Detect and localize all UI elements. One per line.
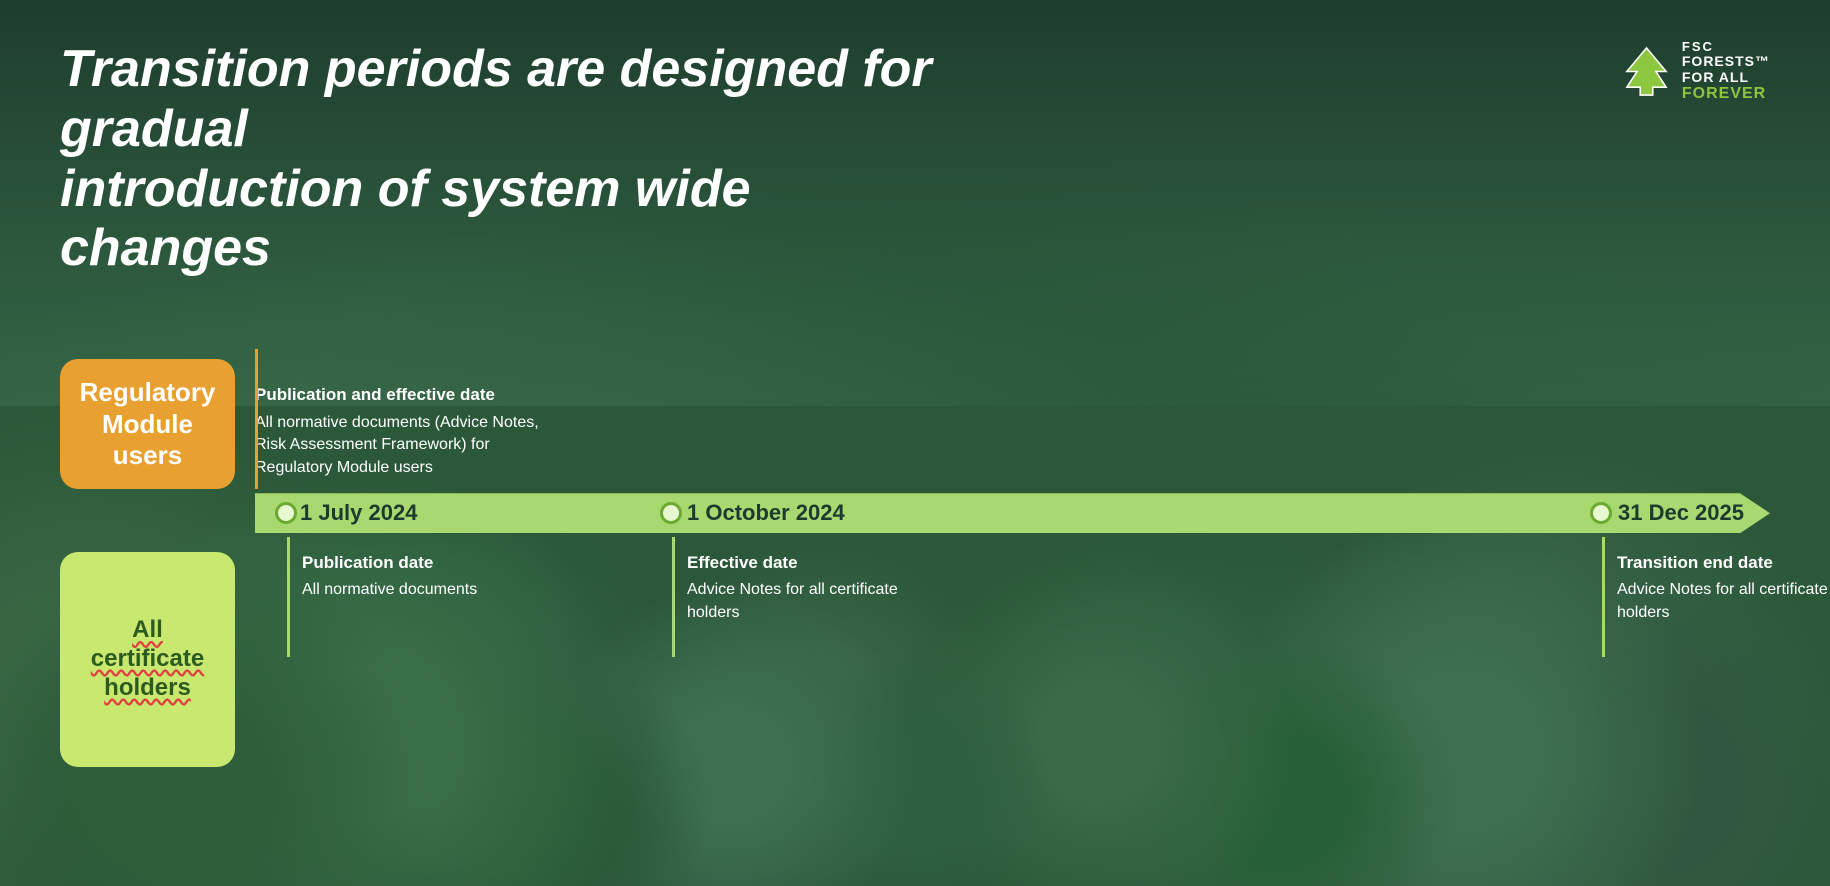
main-title: Transition periods are designed for grad… — [60, 40, 960, 279]
fsc-text-block: FSC FORESTS™ FOR ALL FOREVER — [1682, 40, 1770, 103]
fsc-logo: FSC FORESTS™ FOR ALL FOREVER — [1619, 40, 1770, 103]
bottom-row: All certificate holders Publication date… — [60, 537, 1770, 767]
pub-effective-title: Publication and effective date — [255, 384, 555, 406]
top-row: Regulatory Module users Publication and … — [60, 329, 1770, 489]
transition-end-text: Advice Notes for all certificate holders — [1617, 579, 1830, 624]
pub-effective-block: Publication and effective date All norma… — [255, 384, 555, 489]
effective-date-title: Effective date — [687, 552, 917, 574]
fsc-forests-label: FORESTS™ — [1682, 54, 1770, 69]
pub-effective-text: All normative documents (Advice Notes, R… — [255, 412, 555, 479]
fsc-tree-icon — [1619, 44, 1674, 99]
timeline-label-3: 31 Dec 2025 — [1618, 500, 1744, 526]
vertical-divider-top — [255, 349, 258, 489]
effective-date-text: Advice Notes for all certificate holders — [687, 579, 917, 624]
timeline-bar: 1 July 2024 1 October 2024 31 Dec 2025 — [60, 489, 1770, 537]
vertical-divider-july — [287, 537, 290, 657]
timeline-area: Regulatory Module users Publication and … — [60, 329, 1770, 767]
fsc-forever-label: FOREVER — [1682, 85, 1770, 103]
timeline-track — [255, 493, 1770, 533]
fsc-for-all-label: FOR ALL — [1682, 70, 1770, 85]
vertical-divider-dec — [1602, 537, 1605, 657]
pub-date-text: All normative documents — [302, 579, 532, 601]
timeline-label-1: 1 July 2024 — [300, 500, 417, 526]
top-content-area: Publication and effective date All norma… — [235, 384, 1770, 489]
regulatory-module-label: Regulatory Module users — [75, 377, 220, 471]
certificate-holders-label: All certificate holders — [75, 616, 220, 702]
timeline-dot-3 — [1590, 502, 1612, 524]
publication-date-block: Publication date All normative documents — [302, 552, 532, 601]
timeline-label-2: 1 October 2024 — [687, 500, 845, 526]
regulatory-module-box: Regulatory Module users — [60, 359, 235, 489]
title-line1: Transition periods are designed for grad… — [60, 40, 932, 158]
transition-end-block: Transition end date Advice Notes for all… — [1617, 552, 1830, 624]
timeline-dot-2 — [660, 502, 682, 524]
content-wrapper: Transition periods are designed for grad… — [0, 0, 1830, 886]
fsc-brand-label: FSC — [1682, 40, 1770, 54]
title-line2: introduction of system wide changes — [60, 160, 751, 278]
effective-date-block: Effective date Advice Notes for all cert… — [687, 552, 917, 624]
header: Transition periods are designed for grad… — [60, 40, 1770, 279]
vertical-divider-october — [672, 537, 675, 657]
pub-date-title: Publication date — [302, 552, 532, 574]
transition-end-title: Transition end date — [1617, 552, 1830, 574]
timeline-dot-1 — [275, 502, 297, 524]
certificate-holders-box: All certificate holders — [60, 552, 235, 767]
